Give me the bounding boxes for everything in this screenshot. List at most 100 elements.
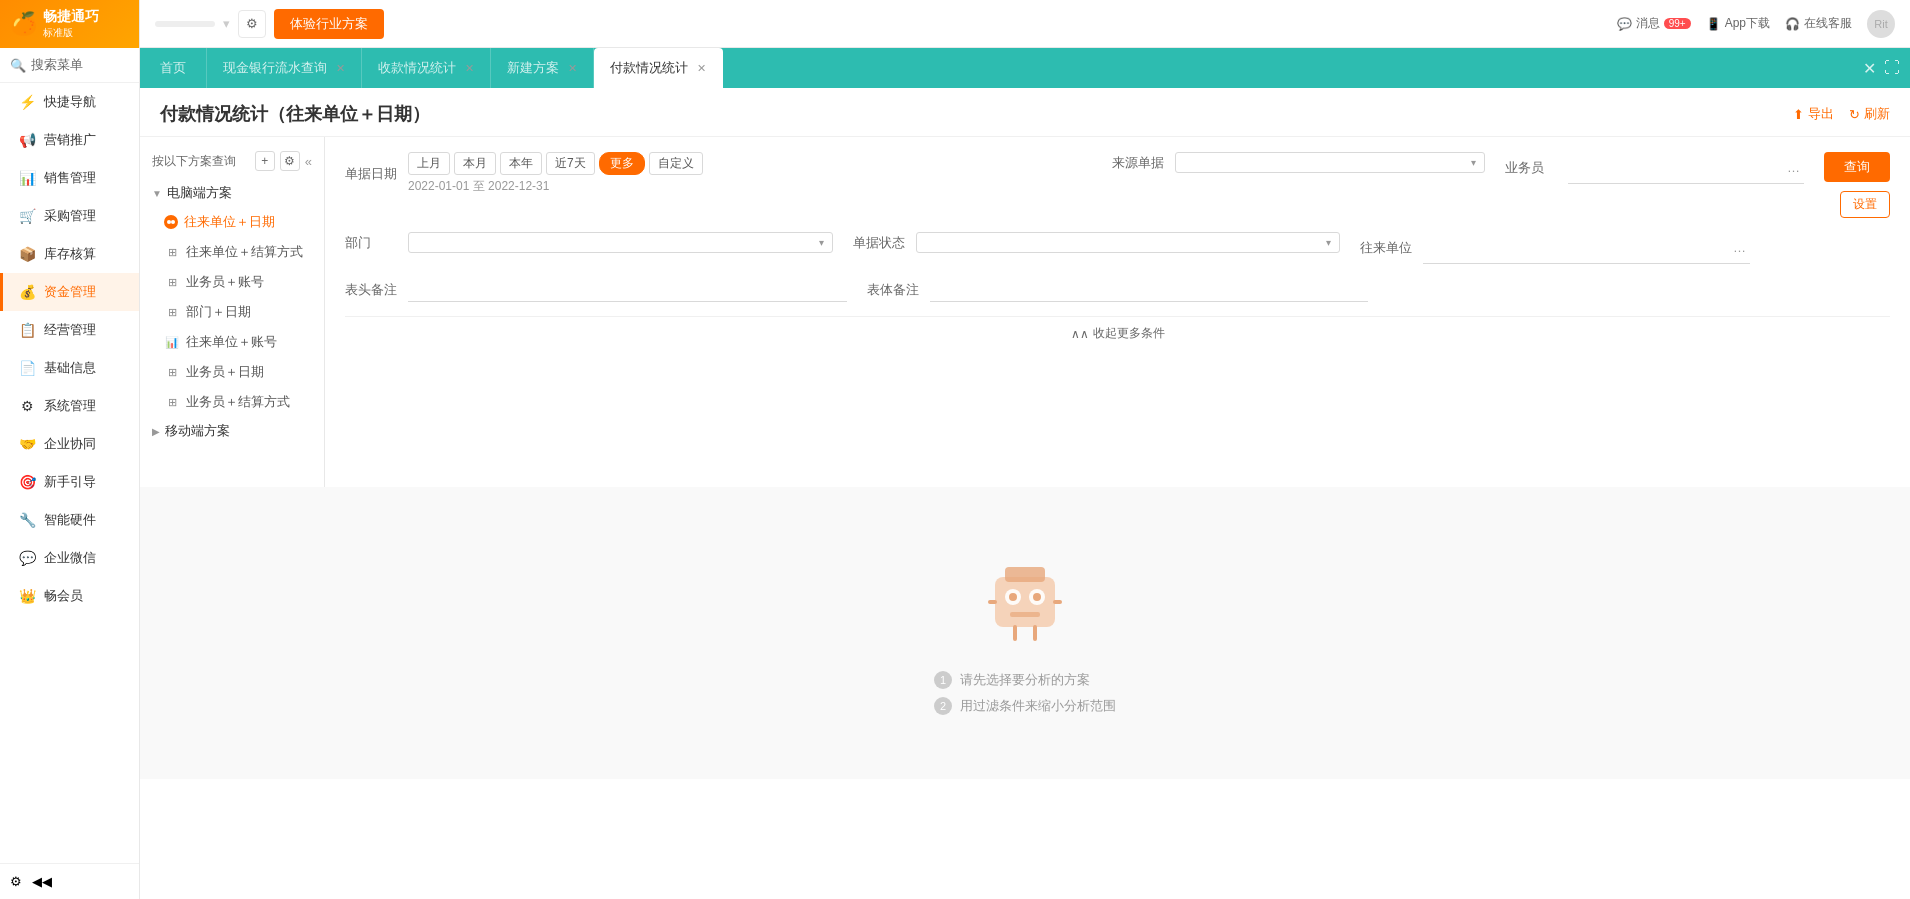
- dept-select[interactable]: ▾: [408, 232, 833, 253]
- topbar-dropdown-arrow[interactable]: ▾: [223, 16, 230, 31]
- date-this-year[interactable]: 本年: [500, 152, 542, 175]
- purchase-icon: 🛒: [18, 207, 36, 225]
- scheme-group-mobile: ▶ 移动端方案: [140, 417, 324, 445]
- tab-receipt-stats[interactable]: 收款情况统计 ✕: [362, 48, 491, 88]
- sidebar-item-label: 经营管理: [44, 321, 96, 339]
- scheme-group-mobile-header[interactable]: ▶ 移动端方案: [140, 417, 324, 445]
- date-more[interactable]: 更多: [599, 152, 645, 175]
- sidebar-item-guide[interactable]: 🎯 新手引导: [0, 463, 139, 501]
- dept-select-arrow: ▾: [819, 237, 824, 248]
- scheme-item-dept-date[interactable]: ⊞ 部门＋日期: [140, 297, 324, 327]
- maximize-btn[interactable]: ⛶: [1884, 59, 1900, 77]
- sidebar-item-label: 企业微信: [44, 549, 96, 567]
- partner-dots[interactable]: …: [1729, 236, 1750, 259]
- sidebar-item-quick-nav[interactable]: ⚡ 快捷导航: [0, 83, 139, 121]
- order-status-value: ▾: [916, 232, 1341, 253]
- partner-field: 往来单位 …: [1360, 232, 1750, 264]
- sidebar-search[interactable]: 🔍 搜索菜单: [0, 48, 139, 83]
- trial-button[interactable]: 体验行业方案: [274, 9, 384, 39]
- online-service-btn[interactable]: 🎧 在线客服: [1785, 15, 1852, 32]
- header-note-field: 表头备注: [345, 278, 847, 302]
- refresh-button[interactable]: ↻ 刷新: [1849, 105, 1890, 123]
- app-icon: 📱: [1706, 17, 1721, 31]
- scheme-item-partner-settle[interactable]: ⊞ 往来单位＋结算方式: [140, 237, 324, 267]
- order-status-select[interactable]: ▾: [916, 232, 1341, 253]
- scheme-group-label: 电脑端方案: [167, 184, 232, 202]
- source-select-arrow: ▾: [1471, 157, 1476, 168]
- order-status-field: 单据状态 ▾: [853, 232, 1341, 253]
- wechat-icon: 💬: [18, 549, 36, 567]
- tab-home[interactable]: 首页: [140, 48, 207, 88]
- salesman-input[interactable]: [1568, 160, 1783, 175]
- scheme-item-partner-account[interactable]: 📊 往来单位＋账号: [140, 327, 324, 357]
- sidebar-item-capital[interactable]: 💰 资金管理: [0, 273, 139, 311]
- scheme-settings-btn[interactable]: ⚙: [280, 151, 300, 171]
- date-this-month[interactable]: 本月: [454, 152, 496, 175]
- scheme-group-desktop: ▼ 电脑端方案 往来单位＋日期 ⊞ 往来单位＋结算方式 ⊞ 业务员＋账号: [140, 179, 324, 417]
- source-select[interactable]: ▾: [1175, 152, 1485, 173]
- svg-rect-0: [995, 577, 1055, 627]
- user-avatar[interactable]: Rit: [1867, 10, 1895, 38]
- settings-button[interactable]: 设置: [1840, 191, 1890, 218]
- salesman-field: 业务员 …: [1505, 152, 1804, 184]
- payment-stats-tab-close[interactable]: ✕: [697, 62, 706, 75]
- scheme-item-salesman-account[interactable]: ⊞ 业务员＋账号: [140, 267, 324, 297]
- scheme-item-salesman-date[interactable]: ⊞ 业务员＋日期: [140, 357, 324, 387]
- app-download-btn[interactable]: 📱 App下载: [1706, 15, 1770, 32]
- sidebar-item-system[interactable]: ⚙ 系统管理: [0, 387, 139, 425]
- date-last-month[interactable]: 上月: [408, 152, 450, 175]
- sidebar-item-purchase[interactable]: 🛒 采购管理: [0, 197, 139, 235]
- body-note-input[interactable]: [930, 278, 1369, 302]
- sidebar-item-label: 畅会员: [44, 587, 83, 605]
- body-note-label: 表体备注: [867, 281, 922, 299]
- tab-payment-stats[interactable]: 付款情况统计 ✕: [594, 48, 723, 88]
- sidebar-item-wechat[interactable]: 💬 企业微信: [0, 539, 139, 577]
- header-note-input[interactable]: [408, 278, 847, 302]
- scheme-item-label: 往来单位＋日期: [184, 213, 275, 231]
- sidebar-item-label: 采购管理: [44, 207, 96, 225]
- partner-label: 往来单位: [1360, 239, 1415, 257]
- export-button[interactable]: ⬆ 导出: [1793, 105, 1834, 123]
- tab-new-scheme[interactable]: 新建方案 ✕: [491, 48, 594, 88]
- scheme-item-label: 部门＋日期: [186, 303, 251, 321]
- new-scheme-tab-close[interactable]: ✕: [568, 62, 577, 75]
- close-all-tabs-btn[interactable]: ✕: [1863, 59, 1876, 78]
- scheme-group-desktop-header[interactable]: ▼ 电脑端方案: [140, 179, 324, 207]
- add-scheme-btn[interactable]: +: [255, 151, 275, 171]
- page-header: 付款情况统计（往来单位＋日期） ⬆ 导出 ↻ 刷新: [140, 88, 1910, 137]
- query-button[interactable]: 查询: [1824, 152, 1890, 182]
- tip-num-2: 2: [934, 697, 952, 715]
- receipt-stats-tab-close[interactable]: ✕: [465, 62, 474, 75]
- tip-text-1: 请先选择要分析的方案: [960, 667, 1090, 693]
- date-field: 单据日期 上月 本月 本年 近7天 更多 自定义 2022-01-01 至 20…: [345, 152, 1092, 195]
- sidebar-search-label: 搜索菜单: [31, 56, 83, 74]
- dept-label: 部门: [345, 234, 400, 252]
- sidebar-item-hardware[interactable]: 🔧 智能硬件: [0, 501, 139, 539]
- bank-flow-tab-close[interactable]: ✕: [336, 62, 345, 75]
- partner-input[interactable]: [1423, 240, 1729, 255]
- scheme-item-salesman-settle[interactable]: ⊞ 业务员＋结算方式: [140, 387, 324, 417]
- page-actions: ⬆ 导出 ↻ 刷新: [1793, 105, 1890, 123]
- enterprise-icon: 🤝: [18, 435, 36, 453]
- scheme-collapse-btn[interactable]: «: [305, 154, 312, 169]
- topbar-settings-btn[interactable]: ⚙: [238, 10, 266, 38]
- sidebar-item-sales[interactable]: 📊 销售管理: [0, 159, 139, 197]
- date-custom[interactable]: 自定义: [649, 152, 703, 175]
- sidebar-item-basic-info[interactable]: 📄 基础信息: [0, 349, 139, 387]
- collapse-bar[interactable]: ∧∧ 收起更多条件: [345, 316, 1890, 350]
- sidebar-item-label: 营销推广: [44, 131, 96, 149]
- payment-stats-tab-label: 付款情况统计: [610, 59, 688, 77]
- sidebar-item-marketing[interactable]: 📢 营销推广: [0, 121, 139, 159]
- date-7days[interactable]: 近7天: [546, 152, 595, 175]
- footer-settings-icon[interactable]: ⚙: [10, 874, 22, 889]
- sidebar-item-enterprise[interactable]: 🤝 企业协同: [0, 425, 139, 463]
- sidebar-item-business[interactable]: 📋 经营管理: [0, 311, 139, 349]
- tab-bank-flow[interactable]: 现金银行流水查询 ✕: [207, 48, 362, 88]
- salesman-dots[interactable]: …: [1783, 156, 1804, 179]
- footer-collapse-icon[interactable]: ◀◀: [32, 874, 52, 889]
- sidebar-item-inventory[interactable]: 📦 库存核算: [0, 235, 139, 273]
- sales-icon: 📊: [18, 169, 36, 187]
- message-btn[interactable]: 💬 消息 99+: [1617, 15, 1691, 32]
- sidebar-item-member[interactable]: 👑 畅会员: [0, 577, 139, 615]
- scheme-item-partner-date[interactable]: 往来单位＋日期: [140, 207, 324, 237]
